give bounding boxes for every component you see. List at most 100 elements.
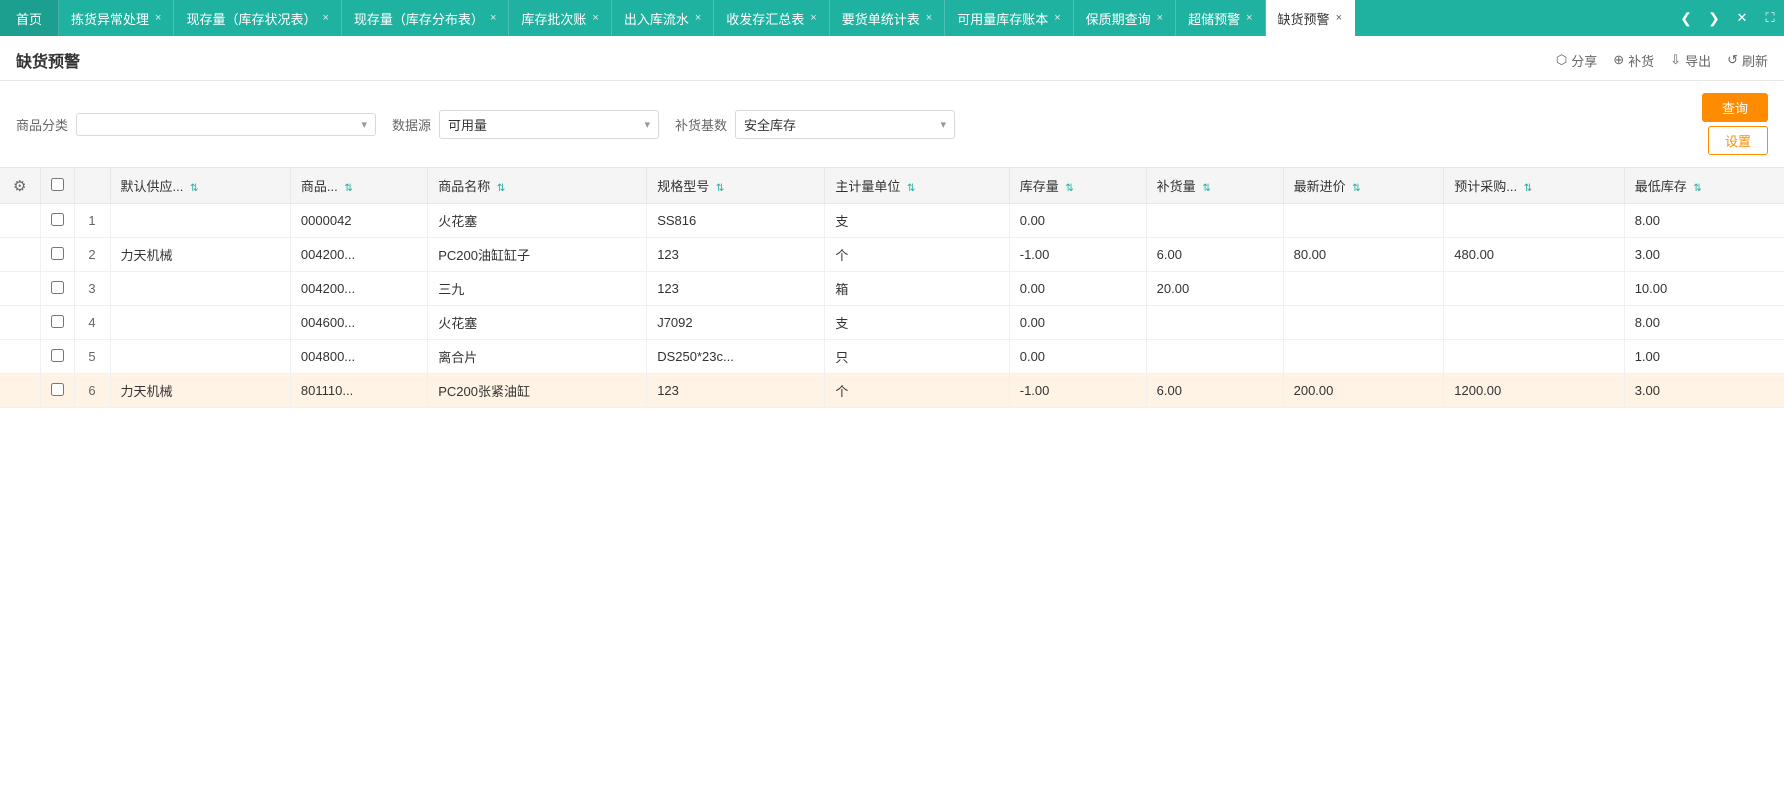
col-spec[interactable]: 规格型号 ⇅ — [647, 168, 825, 204]
settings-button[interactable]: 设置 — [1708, 126, 1768, 155]
tab-close-overstock[interactable]: × — [1246, 12, 1252, 24]
tab-item-recv-summary[interactable]: 收发存汇总表× — [714, 0, 829, 36]
col-default-supplier[interactable]: 默认供应... ⇅ — [110, 168, 290, 204]
tab-item-inventory-dist[interactable]: 现存量（库存分布表） × — [342, 0, 509, 36]
row-checkbox-cell — [40, 374, 74, 408]
tab-label-pkl-exception: 拣货异常处理 — [71, 9, 149, 28]
replenish-btn[interactable]: ⊕ 补货 — [1613, 51, 1654, 70]
tab-item-shortage[interactable]: 缺货预警× — [1266, 0, 1355, 36]
row-checkbox-0[interactable] — [51, 213, 64, 226]
row-gear-cell — [0, 204, 40, 238]
row-goods-code: 004800... — [290, 340, 427, 374]
row-est-purchase — [1444, 204, 1624, 238]
row-spec: 123 — [647, 272, 825, 306]
row-gear-cell — [0, 374, 40, 408]
row-checkbox-2[interactable] — [51, 281, 64, 294]
share-btn[interactable]: ⬡ 分享 — [1556, 51, 1597, 70]
tab-item-inventory-status[interactable]: 现存量（库存状况表）× — [174, 0, 341, 36]
tab-item-batch-account[interactable]: 库存批次账× — [509, 0, 611, 36]
tab-label-home: 首页 — [16, 9, 42, 28]
col-replenish-qty[interactable]: 补货量 ⇅ — [1146, 168, 1283, 204]
query-button[interactable]: 查询 — [1702, 93, 1768, 122]
tab-close-available-ledger[interactable]: × — [1054, 12, 1060, 24]
col-goods-name-label: 商品名称 — [438, 179, 490, 194]
col-goods-code[interactable]: 商品... ⇅ — [290, 168, 427, 204]
row-checkbox-cell — [40, 272, 74, 306]
replenish-base-select[interactable]: 安全库存 ▾ — [735, 110, 955, 139]
table-row: 6力天机械801110...PC200张紧油缸123个-1.006.00200.… — [0, 374, 1784, 408]
col-stock-qty[interactable]: 库存量 ⇅ — [1009, 168, 1146, 204]
tab-close-shortage[interactable]: × — [1336, 12, 1342, 24]
tab-item-expiry-query[interactable]: 保质期查询× — [1074, 0, 1176, 36]
col-est-purchase-label: 预计采购... — [1454, 179, 1517, 194]
row-supplier — [110, 306, 290, 340]
tab-close-order-stat[interactable]: × — [926, 12, 932, 24]
tab-close-in-out-flow[interactable]: × — [695, 12, 701, 24]
sort-est-icon: ⇅ — [1524, 183, 1532, 194]
share-icon: ⬡ — [1556, 52, 1567, 68]
row-no: 5 — [74, 340, 110, 374]
row-checkbox-5[interactable] — [51, 383, 64, 396]
tab-prev-btn[interactable]: ❮ — [1672, 0, 1700, 36]
row-supplier — [110, 340, 290, 374]
refresh-btn[interactable]: ↺ 刷新 — [1727, 51, 1768, 70]
tab-close-expiry-query[interactable]: × — [1157, 12, 1163, 24]
row-min-stock: 10.00 — [1624, 272, 1784, 306]
row-supplier — [110, 272, 290, 306]
tab-close-all-btn[interactable]: ✕ — [1728, 0, 1756, 36]
datasource-select[interactable]: 可用量 ▾ — [439, 110, 659, 139]
row-no: 2 — [74, 238, 110, 272]
datasource-value: 可用量 — [448, 115, 568, 134]
row-stock-qty: 0.00 — [1009, 306, 1146, 340]
col-default-supplier-label: 默认供应... — [121, 179, 184, 194]
row-min-stock: 3.00 — [1624, 374, 1784, 408]
col-goods-name[interactable]: 商品名称 ⇅ — [428, 168, 647, 204]
row-no: 3 — [74, 272, 110, 306]
header-actions: ⬡ 分享 ⊕ 补货 ⇩ 导出 ↺ 刷新 — [1556, 51, 1768, 70]
gear-icon[interactable]: ⚙ — [13, 178, 26, 195]
tab-fullscreen-btn[interactable]: ⛶ — [1756, 0, 1784, 36]
row-goods-code: 004200... — [290, 272, 427, 306]
tab-item-overstock[interactable]: 超储预警× — [1176, 0, 1265, 36]
row-checkbox-4[interactable] — [51, 349, 64, 362]
tab-item-order-stat[interactable]: 要货单统计表× — [830, 0, 945, 36]
row-checkbox-cell — [40, 306, 74, 340]
row-supplier: 力天机械 — [110, 238, 290, 272]
tab-close-pkl-exception[interactable]: × — [155, 12, 161, 24]
col-est-purchase[interactable]: 预计采购... ⇅ — [1444, 168, 1624, 204]
row-unit: 支 — [825, 306, 1009, 340]
tab-close-batch-account[interactable]: × — [592, 12, 598, 24]
tab-close-recv-summary[interactable]: × — [810, 12, 816, 24]
row-checkbox-3[interactable] — [51, 315, 64, 328]
tab-label-inventory-dist: 现存量（库存分布表） — [354, 9, 484, 28]
col-unit[interactable]: 主计量单位 ⇅ — [825, 168, 1009, 204]
col-latest-price[interactable]: 最新进价 ⇅ — [1283, 168, 1444, 204]
tab-item-in-out-flow[interactable]: 出入库流水× — [612, 0, 714, 36]
data-table: ⚙ 默认供应... ⇅ 商品... ⇅ 商品名称 — [0, 167, 1784, 408]
row-latest-price — [1283, 272, 1444, 306]
table-header-row: ⚙ 默认供应... ⇅ 商品... ⇅ 商品名称 — [0, 168, 1784, 204]
tab-next-btn[interactable]: ❯ — [1700, 0, 1728, 36]
col-min-stock[interactable]: 最低库存 ⇅ — [1624, 168, 1784, 204]
tab-item-home[interactable]: 首页 — [0, 0, 59, 36]
tab-item-pkl-exception[interactable]: 拣货异常处理 × — [59, 0, 174, 36]
tab-item-available-ledger[interactable]: 可用量库存账本× — [945, 0, 1073, 36]
row-replenish-qty — [1146, 340, 1283, 374]
sort-code-icon: ⇅ — [344, 183, 352, 194]
row-checkbox-cell — [40, 204, 74, 238]
row-est-purchase: 480.00 — [1444, 238, 1624, 272]
row-no: 4 — [74, 306, 110, 340]
replenish-base-value: 安全库存 — [744, 115, 864, 134]
col-stock-qty-label: 库存量 — [1020, 179, 1059, 194]
row-goods-code: 801110... — [290, 374, 427, 408]
row-checkbox-1[interactable] — [51, 247, 64, 260]
tab-close-inventory-status[interactable]: × — [322, 12, 328, 24]
category-select[interactable]: ▾ — [76, 113, 376, 136]
col-latest-price-label: 最新进价 — [1294, 179, 1346, 194]
select-all-checkbox[interactable] — [51, 178, 64, 191]
table-container: ⚙ 默认供应... ⇅ 商品... ⇅ 商品名称 — [0, 167, 1784, 408]
tab-close-inventory-dist[interactable]: × — [490, 12, 496, 24]
export-btn[interactable]: ⇩ 导出 — [1670, 51, 1711, 70]
row-no: 6 — [74, 374, 110, 408]
category-label: 商品分类 — [16, 115, 68, 134]
